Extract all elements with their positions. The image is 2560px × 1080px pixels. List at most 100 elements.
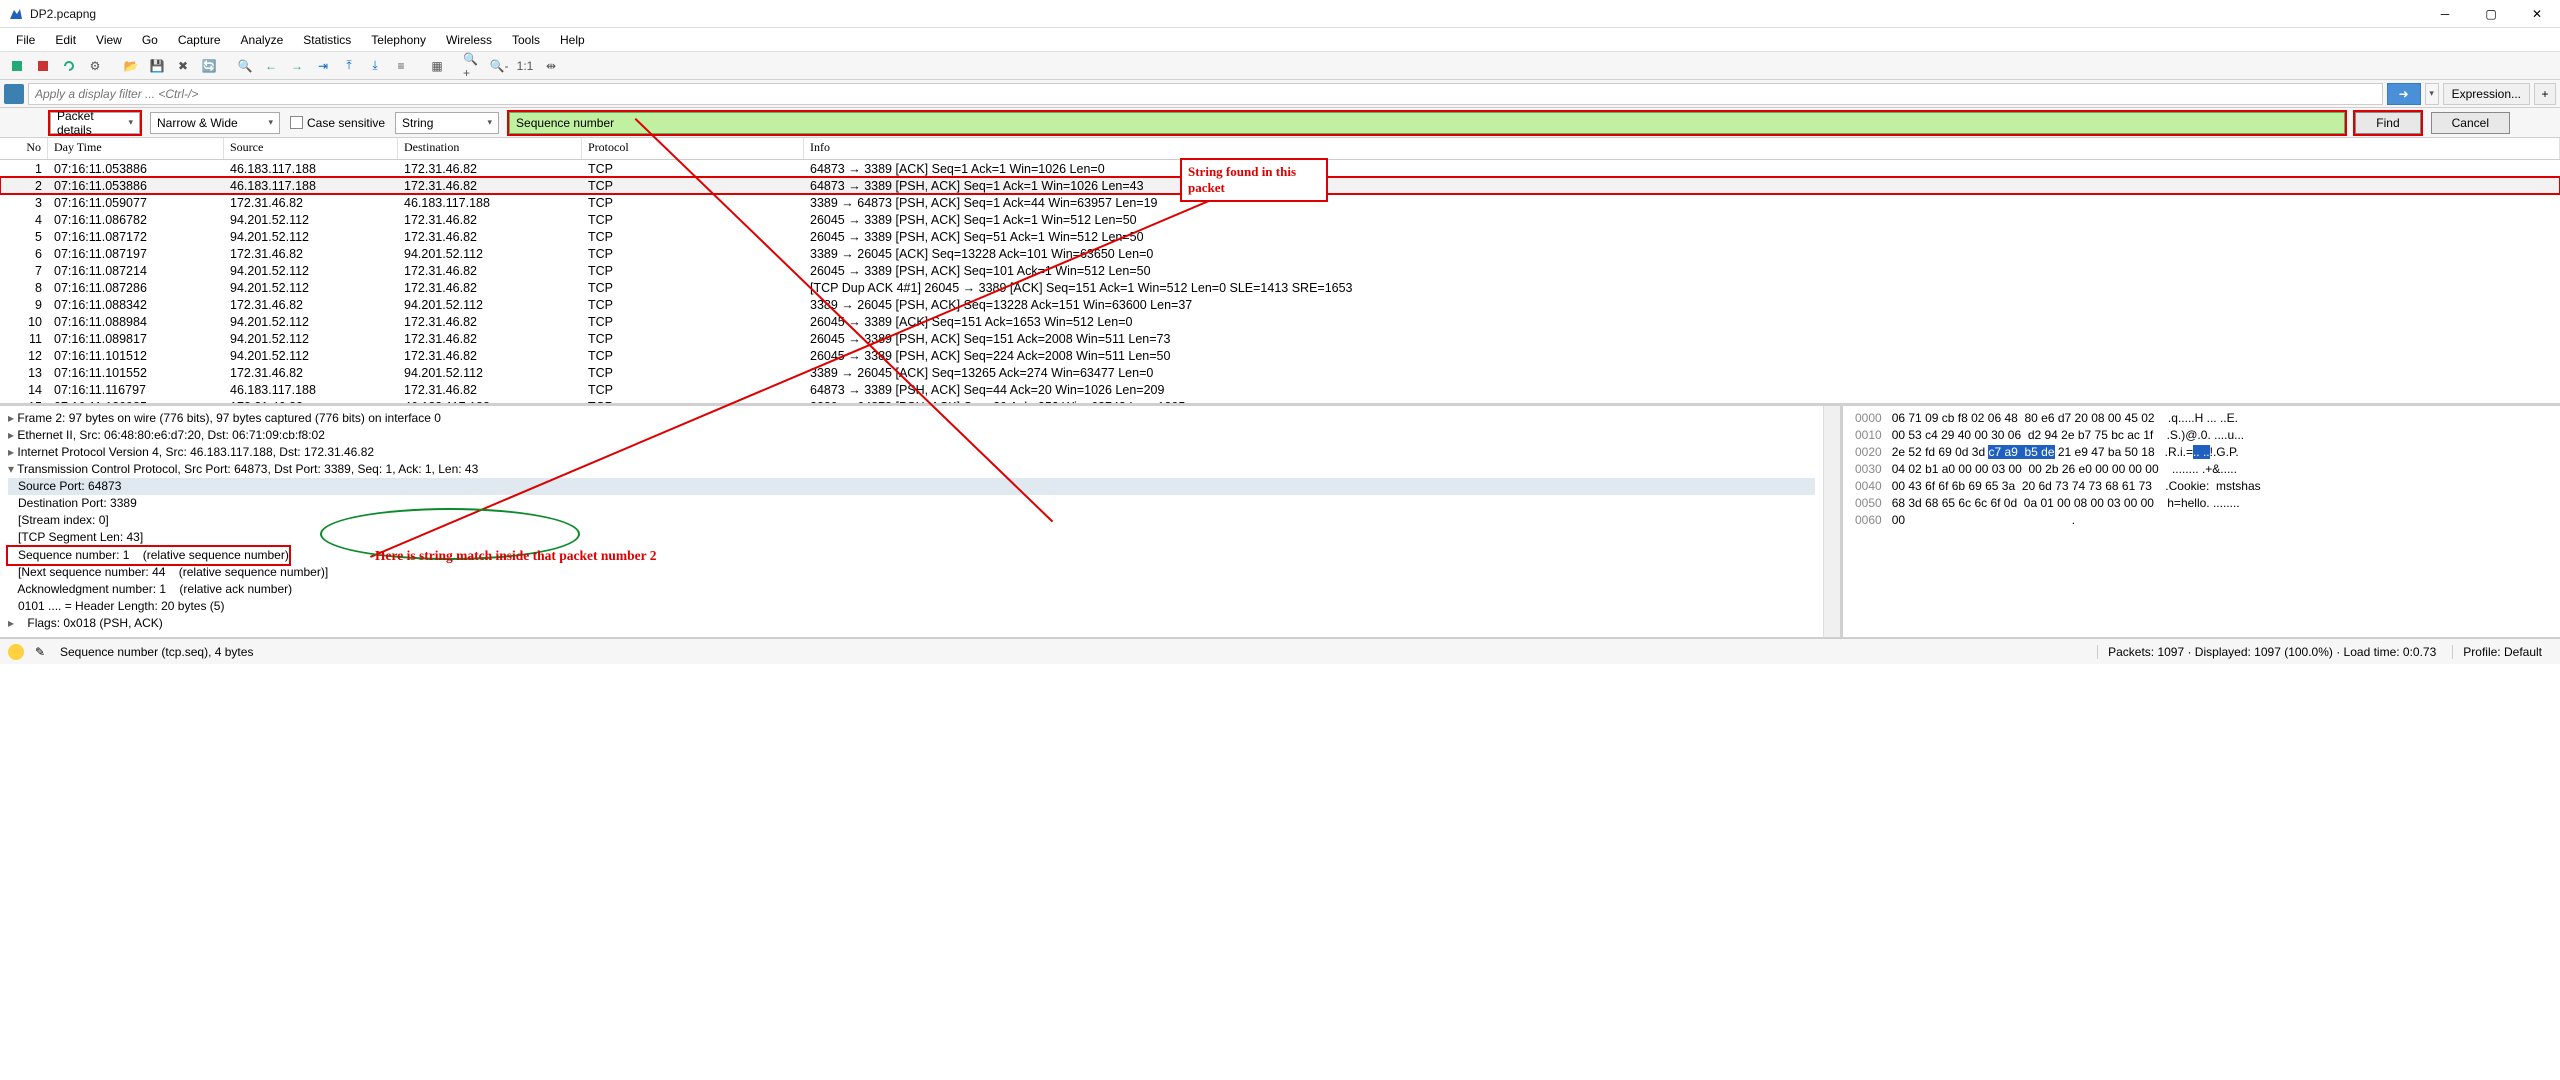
packet-row[interactable]: 1407:16:11.11679746.183.117.188172.31.46…: [0, 381, 2560, 398]
toolbar-jump-icon[interactable]: ⇥: [312, 55, 334, 77]
case-sensitive-checkbox[interactable]: Case sensitive: [290, 116, 385, 130]
find-button[interactable]: Find: [2355, 112, 2420, 134]
detail-line[interactable]: Frame 2: 97 bytes on wire (776 bits), 97…: [8, 410, 1815, 427]
toolbar-close-icon[interactable]: ✖: [172, 55, 194, 77]
menu-edit[interactable]: Edit: [45, 31, 86, 49]
status-field: Sequence number (tcp.seq), 4 bytes: [60, 645, 253, 659]
col-protocol[interactable]: Protocol: [582, 138, 804, 159]
packet-row[interactable]: 507:16:11.08717294.201.52.112172.31.46.8…: [0, 228, 2560, 245]
hex-row[interactable]: 0050 68 3d 68 65 6c 6c 6f 0d 0a 01 00 08…: [1855, 495, 2548, 512]
toolbar-colorize-icon[interactable]: ▦: [426, 55, 448, 77]
toolbar-resize-cols-icon[interactable]: ⇹: [540, 55, 562, 77]
minimize-button[interactable]: [2422, 0, 2468, 28]
details-scrollbar[interactable]: [1823, 406, 1840, 637]
display-filter-input[interactable]: [28, 83, 2383, 105]
packet-row[interactable]: 1207:16:11.10151294.201.52.112172.31.46.…: [0, 347, 2560, 364]
toolbar-open-icon[interactable]: 📂: [120, 55, 142, 77]
detail-line[interactable]: Acknowledgment number: 1 (relative ack n…: [8, 581, 1815, 598]
bookmark-icon[interactable]: [4, 84, 24, 104]
detail-line[interactable]: Source Port: 64873: [8, 478, 1815, 495]
search-width-combo[interactable]: Narrow & Wide: [150, 112, 280, 134]
menu-help[interactable]: Help: [550, 31, 595, 49]
toolbar-save-icon[interactable]: 💾: [146, 55, 168, 77]
col-destination[interactable]: Destination: [398, 138, 582, 159]
annotation-found-box: String found in this packet: [1180, 158, 1328, 202]
hex-row[interactable]: 0060 00 .: [1855, 512, 2548, 529]
cancel-button[interactable]: Cancel: [2431, 112, 2510, 134]
menu-capture[interactable]: Capture: [168, 31, 231, 49]
close-button[interactable]: [2514, 0, 2560, 28]
menu-file[interactable]: File: [6, 31, 45, 49]
col-daytime[interactable]: Day Time: [48, 138, 224, 159]
menu-telephony[interactable]: Telephony: [361, 31, 436, 49]
detail-line[interactable]: Transmission Control Protocol, Src Port:…: [8, 461, 1815, 478]
detail-line[interactable]: Flags: 0x018 (PSH, ACK): [8, 615, 1815, 632]
packet-row[interactable]: 607:16:11.087197172.31.46.8294.201.52.11…: [0, 245, 2560, 262]
filter-history-dropdown[interactable]: [2425, 83, 2439, 105]
toolbar-next-icon[interactable]: →: [286, 55, 308, 77]
detail-line[interactable]: Sequence number: 1 (relative sequence nu…: [8, 547, 289, 564]
hex-row[interactable]: 0010 00 53 c4 29 40 00 30 06 d2 94 2e b7…: [1855, 427, 2548, 444]
packet-bytes-pane[interactable]: 0000 06 71 09 cb f8 02 06 48 80 e6 d7 20…: [1840, 406, 2560, 637]
detail-line[interactable]: Internet Protocol Version 4, Src: 46.183…: [8, 444, 1815, 461]
maximize-button[interactable]: [2468, 0, 2514, 28]
search-scope-combo[interactable]: Packet details: [50, 112, 140, 134]
expression-button[interactable]: Expression...: [2443, 83, 2530, 105]
menu-go[interactable]: Go: [132, 31, 168, 49]
toolbar-autoscroll-icon[interactable]: ≡: [390, 55, 412, 77]
detail-line[interactable]: [TCP Segment Len: 43]: [8, 529, 1815, 546]
apply-filter-button[interactable]: [2387, 83, 2421, 105]
detail-line[interactable]: 0101 .... = Header Length: 20 bytes (5): [8, 598, 1815, 615]
toolbar-stop-capture-icon[interactable]: [32, 55, 54, 77]
toolbar-find-icon[interactable]: 🔍: [234, 55, 256, 77]
add-filter-button[interactable]: [2534, 83, 2556, 105]
detail-line[interactable]: [Next sequence number: 44 (relative sequ…: [8, 564, 1815, 581]
menu-wireless[interactable]: Wireless: [436, 31, 502, 49]
packet-row[interactable]: 1007:16:11.08898494.201.52.112172.31.46.…: [0, 313, 2560, 330]
search-type-combo[interactable]: String: [395, 112, 499, 134]
packet-row[interactable]: 707:16:11.08721494.201.52.112172.31.46.8…: [0, 262, 2560, 279]
window-title: DP2.pcapng: [30, 7, 96, 21]
hex-row[interactable]: 0020 2e 52 fd 69 0d 3d c7 a9 b5 de 21 e9…: [1855, 444, 2548, 461]
toolbar-zoom-in-icon[interactable]: 🔍+: [462, 55, 484, 77]
packet-row[interactable]: 1307:16:11.101552172.31.46.8294.201.52.1…: [0, 364, 2560, 381]
menu-analyze[interactable]: Analyze: [231, 31, 294, 49]
packet-row[interactable]: 807:16:11.08728694.201.52.112172.31.46.8…: [0, 279, 2560, 296]
packet-row[interactable]: 407:16:11.08678294.201.52.112172.31.46.8…: [0, 211, 2560, 228]
status-profile[interactable]: Profile: Default: [2452, 645, 2552, 659]
menu-statistics[interactable]: Statistics: [293, 31, 361, 49]
detail-line[interactable]: [Stream index: 0]: [8, 512, 1815, 529]
search-input[interactable]: [509, 112, 2345, 134]
packet-list-header: No Day Time Source Destination Protocol …: [0, 138, 2560, 160]
annotation-match-text: Here is string match inside that packet …: [375, 548, 657, 564]
detail-line[interactable]: Ethernet II, Src: 06:48:80:e6:d7:20, Dst…: [8, 427, 1815, 444]
packet-row[interactable]: 907:16:11.088342172.31.46.8294.201.52.11…: [0, 296, 2560, 313]
detail-line[interactable]: Destination Port: 3389: [8, 495, 1815, 512]
menu-tools[interactable]: Tools: [502, 31, 550, 49]
expert-info-icon[interactable]: [8, 644, 24, 660]
toolbar-zoom-reset-icon[interactable]: 1:1: [514, 55, 536, 77]
col-no[interactable]: No: [0, 138, 48, 159]
status-packets: Packets: 1097 · Displayed: 1097 (100.0%)…: [2097, 645, 2446, 659]
status-bar: ✎ Sequence number (tcp.seq), 4 bytes Pac…: [0, 638, 2560, 664]
toolbar-first-icon[interactable]: ⤒: [338, 55, 360, 77]
toolbar-last-icon[interactable]: ⤓: [364, 55, 386, 77]
hex-row[interactable]: 0030 04 02 b1 a0 00 00 03 00 00 2b 26 e0…: [1855, 461, 2548, 478]
toolbar-restart-capture-icon[interactable]: [58, 55, 80, 77]
hex-row[interactable]: 0040 00 43 6f 6f 6b 69 65 3a 20 6d 73 74…: [1855, 478, 2548, 495]
menu-view[interactable]: View: [86, 31, 132, 49]
toolbar-prev-icon[interactable]: ←: [260, 55, 282, 77]
packet-row[interactable]: 1107:16:11.08981794.201.52.112172.31.46.…: [0, 330, 2560, 347]
toolbar-reload-icon[interactable]: 🔄: [198, 55, 220, 77]
col-info[interactable]: Info: [804, 138, 2560, 159]
col-source[interactable]: Source: [224, 138, 398, 159]
packet-details-pane[interactable]: Frame 2: 97 bytes on wire (776 bits), 97…: [0, 406, 1823, 637]
hex-row[interactable]: 0000 06 71 09 cb f8 02 06 48 80 e6 d7 20…: [1855, 410, 2548, 427]
packet-row[interactable]: 1507:16:11.120985172.31.46.8246.183.117.…: [0, 398, 2560, 406]
toolbar-options-icon[interactable]: ⚙: [84, 55, 106, 77]
toolbar-zoom-out-icon[interactable]: 🔍-: [488, 55, 510, 77]
title-bar: DP2.pcapng: [0, 0, 2560, 28]
edit-capture-comment-icon[interactable]: ✎: [32, 644, 48, 660]
toolbar-start-capture-icon[interactable]: [6, 55, 28, 77]
filter-bar: Expression...: [0, 80, 2560, 108]
